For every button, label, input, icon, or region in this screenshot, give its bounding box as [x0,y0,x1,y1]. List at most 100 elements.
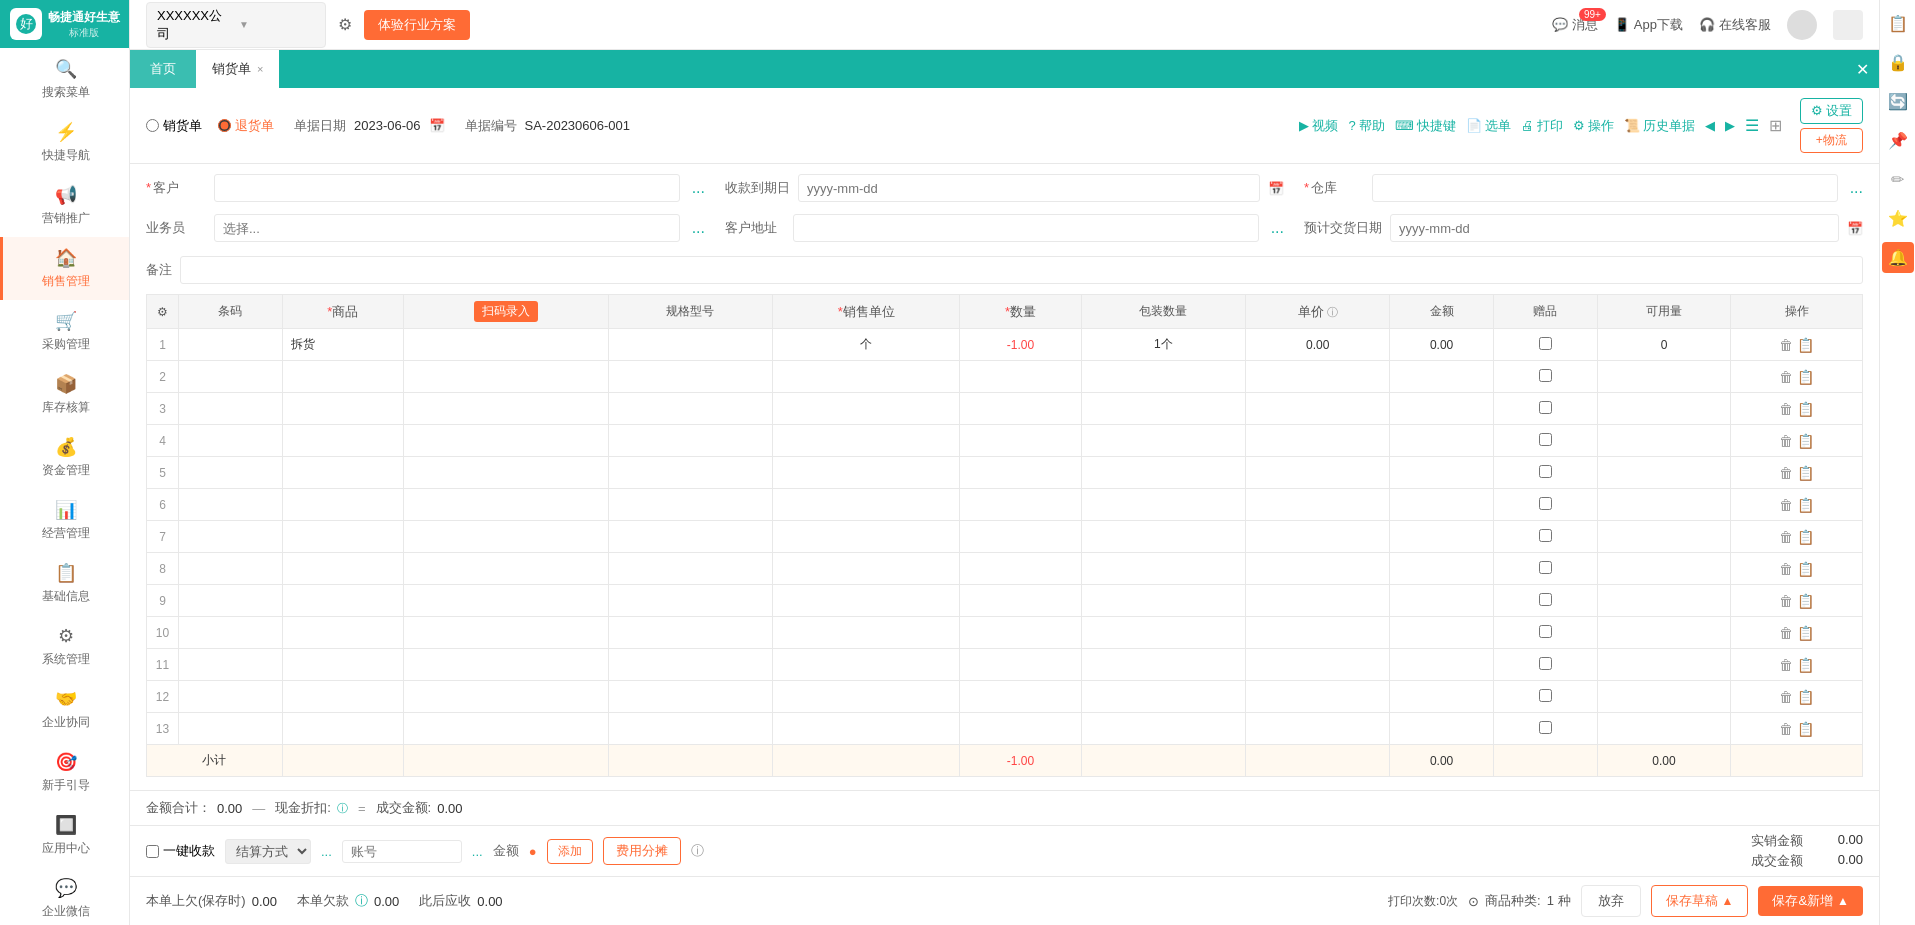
sidebar-item-finance[interactable]: 💰 资金管理 [0,426,129,489]
row-qty[interactable] [960,713,1081,745]
row-qty[interactable] [960,425,1081,457]
row-pkg-qty[interactable] [1081,713,1245,745]
gift-checkbox[interactable] [1539,401,1552,414]
row-qty[interactable] [960,553,1081,585]
row-pkg-qty[interactable] [1081,585,1245,617]
tabbar-close-button[interactable]: ✕ [1856,60,1879,79]
view-list-icon[interactable]: ☰ [1745,116,1759,135]
table-header-gear[interactable]: ⚙ [147,295,179,329]
row-qty[interactable] [960,585,1081,617]
nav-next-icon[interactable]: ▶ [1725,118,1735,133]
row-barcode[interactable] [179,521,283,553]
delivery-calendar-icon[interactable]: 📅 [1847,221,1863,236]
gift-checkbox[interactable] [1539,689,1552,702]
user-avatar[interactable] [1787,10,1817,40]
expected-delivery-input[interactable] [1390,214,1839,242]
row-spec[interactable] [608,617,772,649]
row-goods[interactable] [282,425,403,457]
row-amount[interactable] [1390,361,1494,393]
warehouse-expand-icon[interactable]: ... [1850,179,1863,197]
row-delete-icon[interactable]: 🗑 [1779,369,1793,385]
row-pkg-qty[interactable] [1081,361,1245,393]
row-goods[interactable] [282,457,403,489]
row-pkg-qty[interactable] [1081,553,1245,585]
row-gift[interactable] [1493,521,1597,553]
row-barcode[interactable] [179,713,283,745]
row-price[interactable] [1246,649,1390,681]
row-gift[interactable] [1493,361,1597,393]
tab-home[interactable]: 首页 [130,50,196,88]
customer-input[interactable] [214,174,680,202]
row-qty[interactable] [960,649,1081,681]
rp-icon-star[interactable]: ⭐ [1882,203,1914,234]
user-panel[interactable] [1833,10,1863,40]
add-button[interactable]: 添加 [547,839,593,864]
sidebar-item-search[interactable]: 🔍 搜索菜单 [0,48,129,111]
row-pkg-qty[interactable] [1081,681,1245,713]
row-goods[interactable] [282,361,403,393]
gift-checkbox[interactable] [1539,369,1552,382]
discard-button[interactable]: 放弃 [1581,885,1641,917]
row-qty[interactable] [960,361,1081,393]
row-price[interactable] [1246,617,1390,649]
save-draft-button[interactable]: 保存草稿 ▲ [1651,885,1749,917]
account-input[interactable] [342,840,462,863]
row-amount[interactable] [1390,617,1494,649]
row-unit[interactable] [773,521,960,553]
row-price[interactable]: 0.00 [1246,329,1390,361]
row-barcode[interactable] [179,489,283,521]
action-video[interactable]: ▶ 视频 [1299,117,1338,135]
row-delete-icon[interactable]: 🗑 [1779,721,1793,737]
row-amount[interactable] [1390,585,1494,617]
row-spec[interactable] [608,713,772,745]
row-pkg-qty[interactable] [1081,649,1245,681]
row-price[interactable] [1246,681,1390,713]
row-barcode[interactable] [179,425,283,457]
row-unit[interactable] [773,713,960,745]
rp-icon-edit[interactable]: ✏ [1885,164,1910,195]
sidebar-item-system[interactable]: ⚙ 系统管理 [0,615,129,678]
row-goods[interactable] [282,617,403,649]
row-amount[interactable] [1390,649,1494,681]
row-delete-icon[interactable]: 🗑 [1779,337,1793,353]
rp-icon-notification[interactable]: 🔔 [1882,242,1914,273]
trial-button[interactable]: 体验行业方案 [364,10,470,40]
row-delete-icon[interactable]: 🗑 [1779,401,1793,417]
gift-checkbox[interactable] [1539,337,1552,350]
row-gift[interactable] [1493,489,1597,521]
row-barcode[interactable] [179,393,283,425]
customer-expand-icon[interactable]: ... [692,179,705,197]
row-barcode[interactable] [179,457,283,489]
row-unit[interactable] [773,457,960,489]
gift-checkbox[interactable] [1539,433,1552,446]
row-pkg-qty[interactable] [1081,457,1245,489]
row-gift[interactable] [1493,585,1597,617]
row-spec[interactable] [608,489,772,521]
row-copy-icon[interactable]: 📋 [1797,433,1814,449]
account-expand-icon[interactable]: ... [472,844,483,859]
row-barcode[interactable] [179,361,283,393]
row-gift[interactable] [1493,713,1597,745]
row-price[interactable] [1246,361,1390,393]
row-spec[interactable] [608,361,772,393]
onepay-checkbox[interactable]: 一键收款 [146,842,215,860]
row-price[interactable] [1246,425,1390,457]
tab-sales-order[interactable]: 销货单 × [196,50,279,88]
logistics-button[interactable]: +物流 [1800,128,1863,153]
row-unit[interactable] [773,425,960,457]
calc-method-select[interactable]: 结算方式 [225,839,311,864]
row-amount[interactable] [1390,713,1494,745]
row-qty[interactable] [960,521,1081,553]
row-delete-icon[interactable]: 🗑 [1779,433,1793,449]
row-amount[interactable] [1390,457,1494,489]
row-barcode[interactable] [179,553,283,585]
gift-checkbox[interactable] [1539,465,1552,478]
row-goods[interactable] [282,649,403,681]
row-copy-icon[interactable]: 📋 [1797,465,1814,481]
rp-icon-clipboard[interactable]: 📋 [1882,8,1914,39]
salesman-input[interactable] [214,214,680,242]
gift-checkbox[interactable] [1539,561,1552,574]
row-price[interactable] [1246,521,1390,553]
row-delete-icon[interactable]: 🗑 [1779,625,1793,641]
nav-prev-icon[interactable]: ◀ [1705,118,1715,133]
